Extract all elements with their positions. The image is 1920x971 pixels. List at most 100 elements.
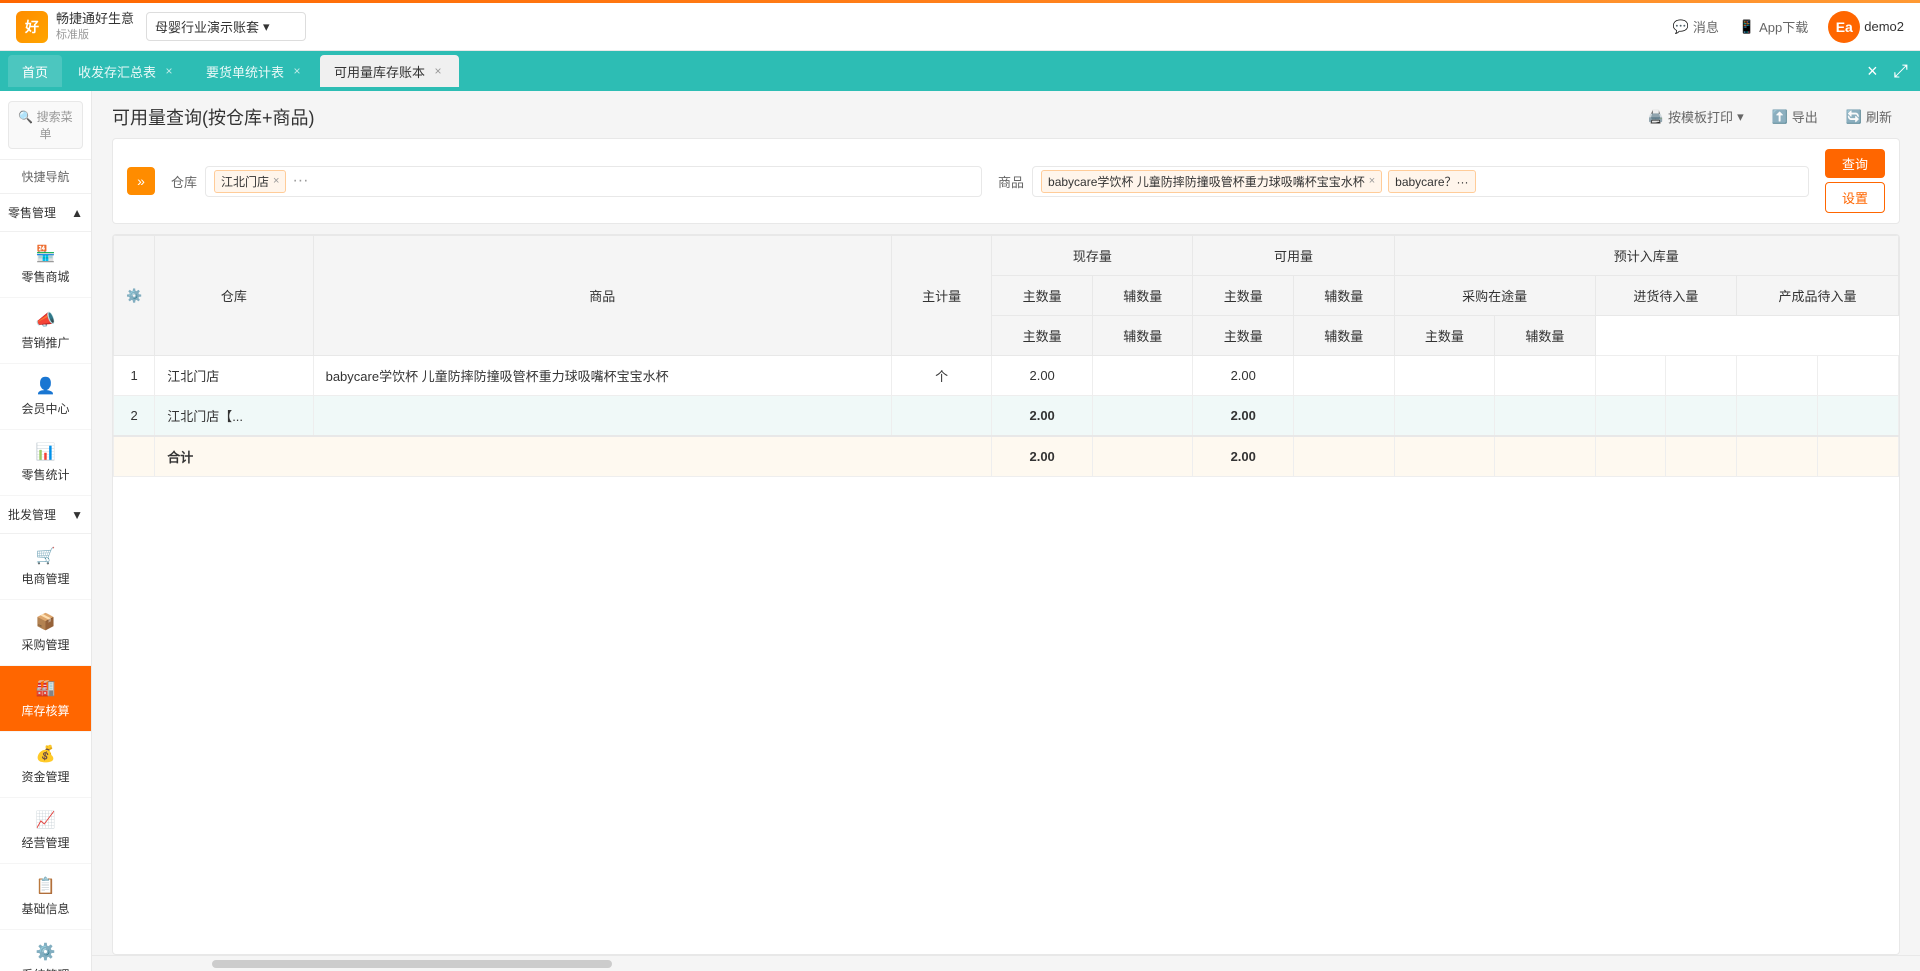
refresh-icon: 🔄 [1846, 109, 1862, 125]
th-incoming: 进货待入量 [1595, 276, 1736, 316]
wholesale-mgmt-arrow: ▼ [71, 508, 83, 522]
template-print-btn[interactable]: 🖨️ 按模板打印 ▾ [1640, 103, 1752, 130]
sidebar-item-retail-stats[interactable]: 📊 零售统计 [0, 430, 91, 496]
sidebar-item-inventory[interactable]: 🏭 库存核算 [0, 666, 91, 732]
product-tag-1-close[interactable]: × [1369, 175, 1375, 187]
row1-purchase-aux [1495, 356, 1596, 396]
th-settings[interactable]: ⚙️ [114, 236, 155, 356]
warehouse-tag-close[interactable]: × [273, 175, 279, 187]
expand-tabs-btn[interactable]: ⤢ [1890, 57, 1912, 86]
export-label: 导出 [1792, 107, 1818, 126]
footer-empty-1 [114, 436, 155, 477]
print-icon: 🖨️ [1648, 109, 1664, 125]
footer-current-main: 2.00 [992, 436, 1093, 477]
warehouse-more[interactable]: ··· [292, 172, 308, 190]
download-icon: 📱 [1739, 19, 1755, 35]
data-table: ⚙️ 仓库 商品 主计量 现存量 可用量 预计入库量 主数量 辅数量 主数量 辅… [113, 235, 1899, 477]
sidebar: 🔍 搜索菜单 快捷导航 零售管理 ▲ 🏪 零售商城 📣 营销推广 👤 会员中心 … [0, 91, 92, 971]
data-table-container: ⚙️ 仓库 商品 主计量 现存量 可用量 预计入库量 主数量 辅数量 主数量 辅… [112, 234, 1900, 955]
th-current-aux: 辅数量 [1092, 276, 1193, 316]
app-download-btn[interactable]: 📱 App下载 [1739, 17, 1808, 36]
product-tags-input[interactable]: babycare学饮杯 儿童防摔防撞吸管杯重力球吸嘴杯宝宝水杯 × babyca… [1032, 166, 1809, 197]
th-purchase-main: 主数量 [992, 316, 1093, 356]
row2-avail-main: 2.00 [1193, 396, 1294, 437]
sidebar-item-retail-mgmt[interactable]: 零售管理 ▲ [0, 194, 91, 232]
industry-select[interactable]: 母婴行业演示账套 ▾ [146, 12, 306, 41]
tab-available-inventory[interactable]: 可用量库存账本 × [320, 55, 459, 87]
refresh-btn[interactable]: 🔄 刷新 [1838, 103, 1900, 130]
warehouse-tag-text: 江北门店 [221, 173, 269, 190]
user-area[interactable]: Ea demo2 [1828, 11, 1904, 43]
avatar-text: Ea [1836, 19, 1853, 35]
row2-finished-aux [1817, 396, 1898, 437]
basic-info-icon: 📋 [36, 876, 56, 896]
content-area: 可用量查询(按仓库+商品) 🖨️ 按模板打印 ▾ ⬆️ 导出 🔄 刷新 [92, 91, 1920, 971]
tab-receive-send[interactable]: 收发存汇总表 × [64, 55, 190, 87]
search-btn[interactable]: 查询 [1825, 149, 1885, 178]
row1-warehouse: 江北门店 [155, 356, 313, 396]
close-all-tabs-btn[interactable]: × [1863, 57, 1882, 86]
sidebar-item-member-center[interactable]: 👤 会员中心 [0, 364, 91, 430]
purchase-icon: 📦 [36, 612, 56, 632]
sidebar-item-purchase[interactable]: 📦 采购管理 [0, 600, 91, 666]
message-icon: 💬 [1673, 19, 1689, 35]
row1-incoming-aux [1666, 356, 1737, 396]
row2-unit [891, 396, 992, 437]
export-btn[interactable]: ⬆️ 导出 [1764, 103, 1826, 130]
row2-current-aux [1092, 396, 1193, 437]
sidebar-item-finance[interactable]: 💰 资金管理 [0, 732, 91, 798]
th-incoming-main: 主数量 [1193, 316, 1294, 356]
th-finished-aux: 辅数量 [1495, 316, 1596, 356]
sidebar-item-ops[interactable]: 📈 经营管理 [0, 798, 91, 864]
system-label: 系统管理 [21, 966, 69, 971]
sidebar-item-ecommerce[interactable]: 🛒 电商管理 [0, 534, 91, 600]
quick-nav-btn[interactable]: 快捷导航 [0, 160, 91, 194]
logo-icon: 好 [16, 11, 48, 43]
footer-label: 合计 [155, 436, 992, 477]
search-menu-btn[interactable]: 🔍 搜索菜单 [8, 101, 83, 149]
tab-order-stats-close[interactable]: × [290, 64, 304, 78]
tab-home[interactable]: 首页 [8, 55, 62, 87]
message-btn[interactable]: 💬 消息 [1673, 17, 1719, 36]
table-row: 2 江北门店【... 2.00 2.00 [114, 396, 1899, 437]
row1-finished-main [1737, 356, 1818, 396]
user-avatar: Ea [1828, 11, 1860, 43]
nav-tabs: 首页 收发存汇总表 × 要货单统计表 × 可用量库存账本 × × ⤢ [0, 51, 1920, 91]
sidebar-item-marketing[interactable]: 📣 营销推广 [0, 298, 91, 364]
tab-receive-send-close[interactable]: × [162, 64, 176, 78]
sidebar-item-retail-store[interactable]: 🏪 零售商城 [0, 232, 91, 298]
page-actions: 🖨️ 按模板打印 ▾ ⬆️ 导出 🔄 刷新 [1640, 103, 1900, 130]
th-avail-aux: 辅数量 [1294, 276, 1395, 316]
th-purchase-aux: 辅数量 [1092, 316, 1193, 356]
retail-store-label: 零售商城 [21, 268, 69, 285]
sidebar-item-system[interactable]: ⚙️ 系统管理 [0, 930, 91, 971]
footer-avail-aux [1294, 436, 1395, 477]
member-center-icon: 👤 [36, 376, 56, 396]
tab-order-stats-label: 要货单统计表 [206, 62, 284, 81]
sidebar-item-basic-info[interactable]: 📋 基础信息 [0, 864, 91, 930]
tab-available-inventory-close[interactable]: × [431, 64, 445, 78]
tab-available-inventory-label: 可用量库存账本 [334, 62, 425, 81]
sidebar-item-wholesale-mgmt[interactable]: 批发管理 ▼ [0, 496, 91, 534]
warehouse-filter-label: 仓库 [171, 172, 197, 191]
search-btn-label: 查询 [1842, 157, 1868, 172]
logo-area: 好 畅捷通好生意 标准版 [16, 11, 134, 43]
retail-stats-icon: 📊 [36, 442, 56, 462]
filter-toggle-btn[interactable]: » [127, 167, 155, 195]
footer-current-aux [1092, 436, 1193, 477]
marketing-icon: 📣 [36, 310, 56, 330]
product-tag-text-1: babycare学饮杯 儿童防摔防撞吸管杯重力球吸嘴杯宝宝水杯 [1048, 173, 1365, 190]
product-tag-text-2: babycare？··· [1395, 173, 1468, 190]
warehouse-tags-input[interactable]: 江北门店 × ··· [205, 166, 982, 197]
retail-mgmt-arrow: ▲ [71, 206, 83, 220]
app-name: 畅捷通好生意 [56, 11, 134, 27]
th-available: 可用量 [1193, 236, 1394, 276]
scroll-thumb[interactable] [212, 960, 612, 968]
member-center-label: 会员中心 [21, 400, 69, 417]
marketing-label: 营销推广 [21, 334, 69, 351]
tab-order-stats[interactable]: 要货单统计表 × [192, 55, 318, 87]
settings-btn[interactable]: 设置 [1825, 182, 1885, 213]
footer-avail-main: 2.00 [1193, 436, 1294, 477]
horizontal-scrollbar[interactable] [92, 955, 1920, 971]
table-footer-row: 合计 2.00 2.00 [114, 436, 1899, 477]
